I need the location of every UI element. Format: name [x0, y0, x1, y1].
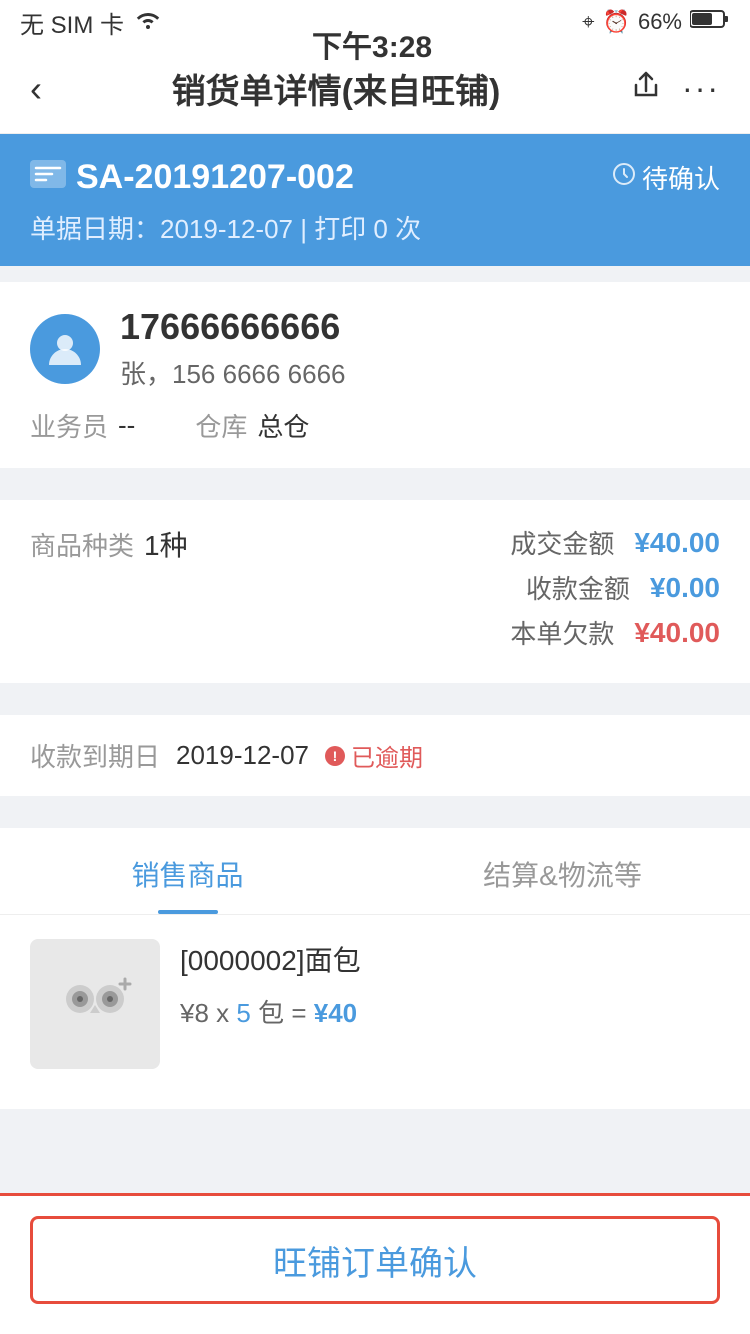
- more-icon[interactable]: ···: [682, 70, 720, 107]
- status-time: 下午3:28: [312, 22, 432, 66]
- avatar: [30, 314, 100, 384]
- alarm-icon: ⏰: [603, 9, 630, 35]
- status-bar-right: ⌖ ⏰ 66%: [582, 9, 730, 35]
- received-amount: ¥0.00: [650, 572, 720, 604]
- status-bar: 无 SIM 卡 下午3:28 ⌖ ⏰ 66%: [0, 0, 750, 44]
- back-button[interactable]: ‹: [30, 68, 42, 110]
- battery-icon: [690, 9, 730, 35]
- header-card: SA-20191207-002 待确认 单据日期：2019-12-07 | 打印…: [0, 134, 750, 266]
- overdue-badge: ! 已逾期: [325, 738, 423, 773]
- order-id: SA-20191207-002: [30, 158, 354, 197]
- product-item: [0000002]面包 ¥8 x 5 包 = ¥40: [0, 915, 750, 1093]
- customer-info-card: 17666666666 张，156 6666 6666 业务员 -- 仓库 总仓: [0, 282, 750, 468]
- nav-right[interactable]: ···: [630, 69, 720, 109]
- order-icon: [30, 158, 66, 197]
- tab-bar: 销售商品 结算&物流等: [0, 828, 750, 915]
- overdue-text: 已逾期: [351, 738, 423, 773]
- confirm-button[interactable]: 旺铺订单确认: [30, 1216, 720, 1304]
- summary-right: 成交金额 ¥40.00 收款金额 ¥0.00 本单欠款 ¥40.00: [510, 524, 720, 659]
- received-amount-row: 收款金额 ¥0.00: [510, 569, 720, 606]
- order-date: 单据日期：2019-12-07 | 打印 0 次: [30, 209, 720, 246]
- customer-phone: 17666666666: [120, 306, 346, 348]
- carrier-text: 无 SIM 卡: [20, 5, 124, 40]
- product-types: 商品种类 1种: [30, 524, 188, 564]
- page-title: 销货单详情(来自旺铺): [172, 64, 501, 113]
- divider-3: [0, 796, 750, 812]
- owed-amount: ¥40.00: [634, 617, 720, 649]
- product-info: [0000002]面包 ¥8 x 5 包 = ¥40: [180, 939, 720, 1030]
- nav-left[interactable]: ‹: [30, 68, 42, 110]
- clock-icon: [612, 162, 636, 193]
- warehouse-item: 仓库 总仓: [195, 407, 309, 444]
- due-date-card: 收款到期日 2019-12-07 ! 已逾期: [0, 715, 750, 796]
- location-icon: ⌖: [582, 9, 594, 35]
- tab-sales-products[interactable]: 销售商品: [0, 828, 375, 914]
- summary-card: 商品种类 1种 成交金额 ¥40.00 收款金额 ¥0.00 本单欠款 ¥40.…: [0, 500, 750, 683]
- overdue-icon: !: [325, 746, 345, 766]
- due-date-value: 2019-12-07: [176, 740, 309, 771]
- product-image: [30, 939, 160, 1069]
- divider-1: [0, 468, 750, 484]
- status-badge: 待确认: [612, 159, 720, 196]
- salesperson-item: 业务员 --: [30, 407, 135, 444]
- deal-amount-row: 成交金额 ¥40.00: [510, 524, 720, 561]
- salesperson-value: --: [118, 410, 135, 441]
- share-icon[interactable]: [630, 69, 662, 109]
- product-total: ¥40: [314, 998, 357, 1028]
- owed-amount-row: 本单欠款 ¥40.00: [510, 614, 720, 651]
- wifi-icon: [134, 8, 162, 36]
- tab-settlement-logistics[interactable]: 结算&物流等: [375, 828, 750, 914]
- product-name: [0000002]面包: [180, 939, 720, 979]
- status-bar-left: 无 SIM 卡: [20, 5, 162, 40]
- divider-2: [0, 683, 750, 699]
- battery-text: 66%: [638, 9, 682, 35]
- customer-name: 张，156 6666 6666: [120, 354, 346, 391]
- warehouse-value: 总仓: [257, 407, 309, 444]
- deal-amount: ¥40.00: [634, 527, 720, 559]
- product-price: ¥8 x 5 包 = ¥40: [180, 993, 720, 1030]
- product-list: [0000002]面包 ¥8 x 5 包 = ¥40: [0, 915, 750, 1109]
- confirm-button-wrap: 旺铺订单确认: [0, 1193, 750, 1334]
- quantity: 5: [236, 998, 250, 1028]
